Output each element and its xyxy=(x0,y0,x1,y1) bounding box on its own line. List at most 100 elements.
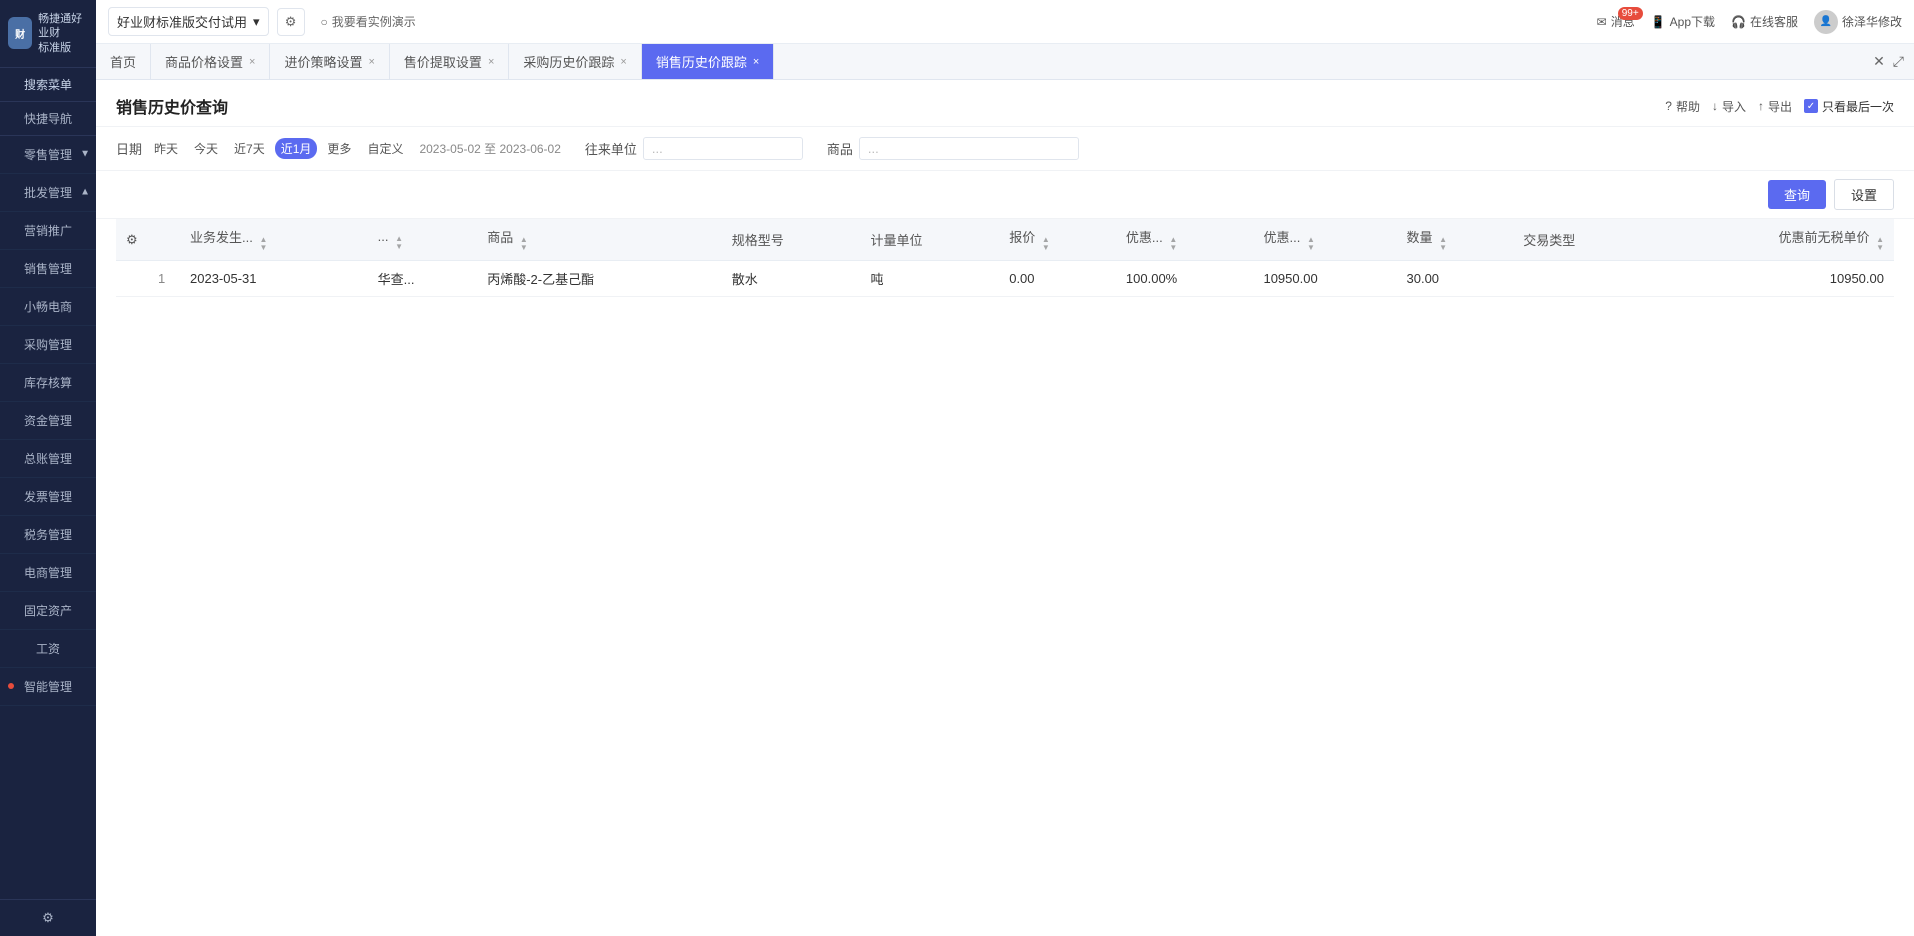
sidebar-item-tax[interactable]: 税务管理 xyxy=(0,516,96,554)
tab-close-icon[interactable]: × xyxy=(620,56,626,68)
notification-dot xyxy=(8,683,14,689)
sidebar-item-salary[interactable]: 工资 xyxy=(0,630,96,668)
tab-purchase-strategy[interactable]: 进价策略设置 × xyxy=(270,44,389,79)
cell-pretax-price: 10950.00 xyxy=(1652,261,1894,297)
tab-close-icon[interactable]: × xyxy=(249,56,255,68)
page-title: 销售历史价查询 xyxy=(116,94,228,118)
gear-icon: ⚙ xyxy=(285,14,297,30)
date-today-btn[interactable]: 今天 xyxy=(188,138,224,159)
date-buttons: 昨天 今天 近7天 近1月 更多 自定义 xyxy=(148,138,409,159)
import-label: 导入 xyxy=(1722,98,1746,115)
tab-price-extract[interactable]: 售价提取设置 × xyxy=(390,44,509,79)
title-selector[interactable]: 好业财标准版交付试用 ▾ xyxy=(108,7,269,36)
page-content: 销售历史价查询 ? 帮助 ↓ 导入 ↑ 导出 ✓ 只看最后一次 xyxy=(96,80,1914,936)
col-quantity[interactable]: 数量 ▲▼ xyxy=(1397,219,1514,261)
source-unit-select[interactable]: ... xyxy=(643,137,803,160)
product-select[interactable]: ... xyxy=(859,137,1079,160)
sidebar-item-inventory[interactable]: 库存核算 xyxy=(0,364,96,402)
settings-icon: ⚙ xyxy=(126,232,138,247)
product-filter-group: 商品 ... xyxy=(827,137,1079,160)
online-service-button[interactable]: 🎧 在线客服 xyxy=(1731,13,1798,30)
sidebar-item-retail[interactable]: 零售管理 ▼ xyxy=(0,136,96,174)
app-download-button[interactable]: 📱 App下载 xyxy=(1651,13,1715,30)
sidebar-item-purchase[interactable]: 采购管理 xyxy=(0,326,96,364)
settings-button[interactable]: 设置 xyxy=(1834,179,1894,210)
table-row: 1 2023-05-31 华查... 丙烯酸-2-乙基己酯 散水 吨 0.00 … xyxy=(116,261,1894,297)
sidebar-item-finance[interactable]: 资金管理 xyxy=(0,402,96,440)
sidebar-item-smart-mgmt[interactable]: 智能管理 xyxy=(0,668,96,706)
sidebar-item-wholesale[interactable]: 批发管理 ▲ xyxy=(0,174,96,212)
cell-product: 丙烯酸-2-乙基己酯 xyxy=(477,261,722,297)
demo-link[interactable]: ○ 我要看实例演示 xyxy=(321,13,416,30)
col-discount2[interactable]: 优惠... ▲▼ xyxy=(1253,219,1396,261)
source-unit-label: 往来单位 xyxy=(585,139,637,158)
cell-quantity: 30.00 xyxy=(1397,261,1514,297)
sidebar-search[interactable]: 搜索菜单 xyxy=(0,68,96,102)
query-button[interactable]: 查询 xyxy=(1768,180,1826,209)
sidebar-item-label: 营销推广 xyxy=(24,222,72,239)
tab-close-icon[interactable]: × xyxy=(753,56,759,68)
tab-close-icon[interactable]: × xyxy=(368,56,374,68)
only-last-checkbox[interactable]: ✓ 只看最后一次 xyxy=(1804,98,1894,115)
close-window-icon[interactable]: ✕ xyxy=(1873,53,1885,70)
col-more[interactable]: ... ▲▼ xyxy=(368,219,478,261)
sidebar-item-label: 智能管理 xyxy=(24,678,72,695)
sort-icon: ▲▼ xyxy=(1439,236,1447,252)
export-button[interactable]: ↑ 导出 xyxy=(1758,98,1792,115)
sidebar-quick-nav[interactable]: 快捷导航 xyxy=(0,102,96,136)
sidebar-item-label: 固定资产 xyxy=(24,602,72,619)
col-settings[interactable]: ⚙ xyxy=(116,219,148,261)
sidebar-item-label: 发票管理 xyxy=(24,488,72,505)
tab-label: 商品价格设置 xyxy=(165,52,243,71)
source-unit-filter-group: 往来单位 ... xyxy=(585,137,803,160)
main-area: 好业财标准版交付试用 ▾ ⚙ ○ 我要看实例演示 ✉ 消息 99+ 📱 App下… xyxy=(96,0,1914,936)
tab-sales-history[interactable]: 销售历史价跟踪 × xyxy=(642,44,774,79)
col-product[interactable]: 商品 ▲▼ xyxy=(477,219,722,261)
logo-icon: 财 xyxy=(8,17,32,49)
topbar-settings-button[interactable]: ⚙ xyxy=(277,8,305,36)
date-more-btn[interactable]: 更多 xyxy=(321,138,357,159)
tab-close-icon[interactable]: × xyxy=(488,56,494,68)
sidebar-item-ecommerce[interactable]: 电商管理 xyxy=(0,554,96,592)
source-unit-value: ... xyxy=(652,141,663,156)
service-icon: 🎧 xyxy=(1731,15,1746,29)
data-table: ⚙ 业务发生... ▲▼ ... ▲▼ 商品 ▲▼ xyxy=(116,219,1894,297)
cell-row-num: 1 xyxy=(148,261,180,297)
col-list-price[interactable]: 报价 ▲▼ xyxy=(999,219,1116,261)
tab-purchase-history[interactable]: 采购历史价跟踪 × xyxy=(509,44,641,79)
sidebar-item-ecommerce-small[interactable]: 小畅电商 xyxy=(0,288,96,326)
col-pretax-price[interactable]: 优惠前无税单价 ▲▼ xyxy=(1652,219,1894,261)
restore-window-icon[interactable]: ⤢ xyxy=(1893,53,1904,70)
cell-transaction-type xyxy=(1513,261,1652,297)
help-button[interactable]: ? 帮助 xyxy=(1665,98,1700,115)
sidebar-item-ledger[interactable]: 总账管理 xyxy=(0,440,96,478)
sidebar-item-fixed-assets[interactable]: 固定资产 xyxy=(0,592,96,630)
sidebar-settings-button[interactable]: ⚙ xyxy=(0,899,96,936)
import-button[interactable]: ↓ 导入 xyxy=(1712,98,1746,115)
date-yesterday-btn[interactable]: 昨天 xyxy=(148,138,184,159)
sort-icon: ▲▼ xyxy=(395,235,403,251)
help-icon: ? xyxy=(1665,99,1672,113)
sidebar-item-invoice[interactable]: 发票管理 xyxy=(0,478,96,516)
demo-icon: ○ xyxy=(321,15,328,29)
tab-label: 售价提取设置 xyxy=(404,52,482,71)
date-custom-btn[interactable]: 自定义 xyxy=(361,138,409,159)
sidebar-item-sales[interactable]: 销售管理 xyxy=(0,250,96,288)
col-business-date[interactable]: 业务发生... ▲▼ xyxy=(180,219,368,261)
date-last1month-btn[interactable]: 近1月 xyxy=(275,138,318,159)
sidebar-item-label: 工资 xyxy=(36,640,60,657)
cell-spec: 散水 xyxy=(722,261,861,297)
col-discount1[interactable]: 优惠... ▲▼ xyxy=(1116,219,1254,261)
tab-home[interactable]: 首页 xyxy=(96,44,151,79)
chevron-up-icon: ▲ xyxy=(80,187,90,198)
checkbox-checked-icon: ✓ xyxy=(1804,99,1818,113)
date-last7-btn[interactable]: 近7天 xyxy=(228,138,271,159)
tab-price-setting[interactable]: 商品价格设置 × xyxy=(151,44,270,79)
user-menu[interactable]: 👤 徐泽华修改 xyxy=(1814,10,1902,34)
messages-button[interactable]: ✉ 消息 99+ xyxy=(1597,13,1635,30)
sidebar-item-label: 采购管理 xyxy=(24,336,72,353)
sidebar-item-label: 零售管理 xyxy=(24,146,72,163)
sidebar-item-marketing[interactable]: 营销推广 xyxy=(0,212,96,250)
sort-icon: ▲▼ xyxy=(1042,236,1050,252)
messages-badge: 99+ xyxy=(1618,7,1643,20)
